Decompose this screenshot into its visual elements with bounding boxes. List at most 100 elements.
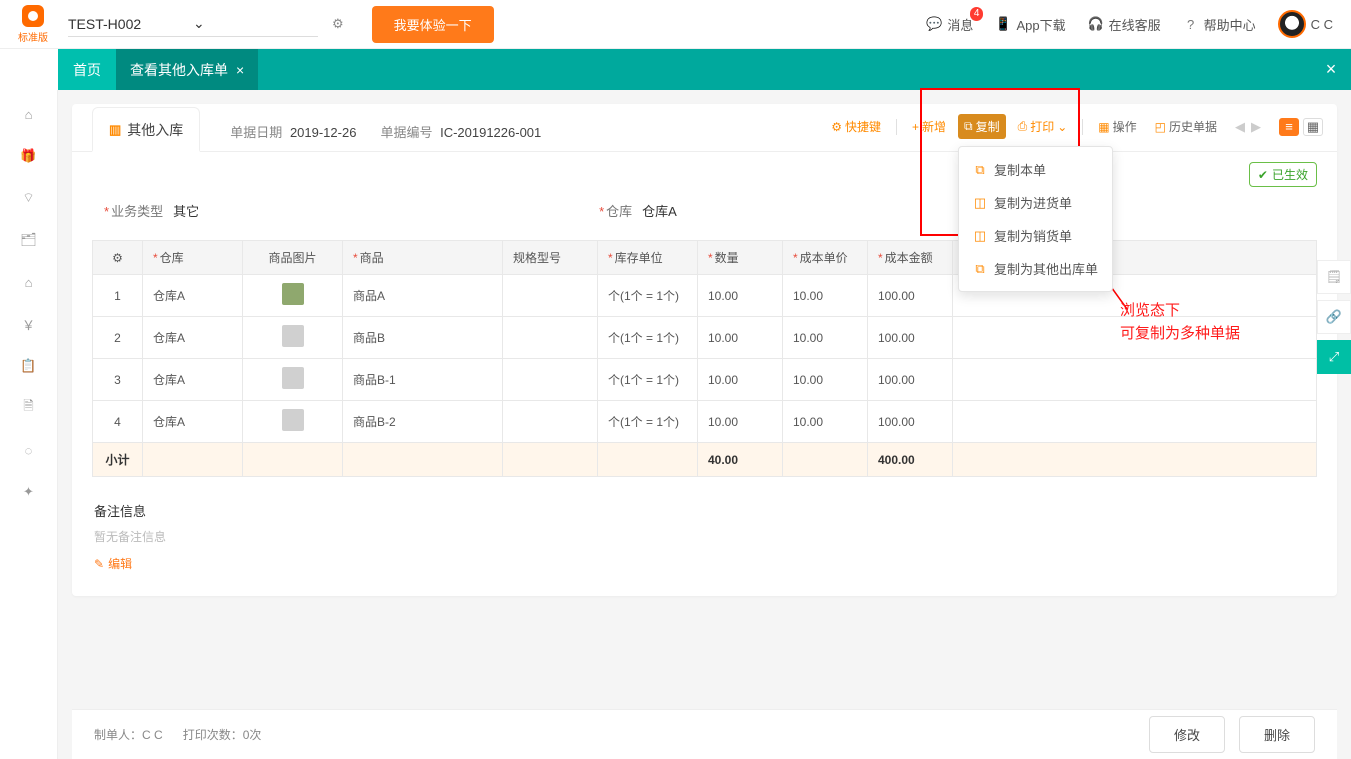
- add-label: 新增: [922, 118, 946, 135]
- nav-money-icon[interactable]: ￥: [19, 314, 39, 334]
- try-experience-button[interactable]: 我要体验一下: [372, 6, 494, 43]
- chevron-down-icon: ⌄: [193, 15, 318, 32]
- rb-link-icon[interactable]: 🔗: [1317, 300, 1351, 334]
- sales-icon: ◫: [973, 228, 987, 244]
- messages-button[interactable]: 💬 消息 4: [926, 15, 973, 34]
- plus-icon: +: [912, 120, 919, 134]
- grid-icon: ▦: [1098, 120, 1109, 134]
- remarks-title: 备注信息: [94, 501, 1315, 520]
- row-unit: 个(1个 = 1个): [598, 317, 698, 359]
- row-spec: [503, 359, 598, 401]
- biz-type-value: 其它: [173, 201, 199, 220]
- row-available: [953, 359, 1317, 401]
- doc-no: 单据编号 IC-20191226-001: [380, 122, 541, 141]
- nav-home-icon[interactable]: ⌂: [19, 104, 39, 124]
- online-cs-label: 在线客服: [1109, 15, 1161, 34]
- row-qty: 10.00: [698, 275, 783, 317]
- gear-icon[interactable]: ⚙: [332, 16, 344, 32]
- print-icon: ⎙: [1018, 119, 1028, 134]
- nav-gift-icon[interactable]: 🎁: [19, 146, 39, 166]
- row-price: 10.00: [783, 359, 868, 401]
- messages-badge: 4: [970, 7, 984, 21]
- row-spec: [503, 317, 598, 359]
- left-nav: ⌂ 🎁 ⌔ 🗂 ⌂ ￥ 📋 🗎 ◌ ✦: [0, 90, 58, 759]
- org-name: TEST-H002: [68, 16, 193, 32]
- next-doc-button[interactable]: ▶: [1249, 119, 1263, 135]
- add-button[interactable]: + 新增: [906, 114, 952, 139]
- close-all-tabs[interactable]: ×: [1311, 49, 1351, 90]
- tab-home[interactable]: 首页: [58, 49, 116, 90]
- doc-tab-other-inbound[interactable]: ▥ 其他入库: [92, 107, 200, 152]
- edit-icon: ✎: [94, 557, 104, 571]
- table-row[interactable]: 1仓库A商品A个(1个 = 1个)10.0010.00100.00: [93, 275, 1317, 317]
- row-product: 商品B-2: [343, 401, 503, 443]
- row-spec: [503, 275, 598, 317]
- row-available: [953, 401, 1317, 443]
- product-thumb-icon: [282, 325, 304, 347]
- row-spec: [503, 401, 598, 443]
- shortcut-button[interactable]: ⚙ 快捷键: [825, 114, 887, 139]
- remarks-empty: 暂无备注信息: [94, 528, 1315, 545]
- copy-sales-item[interactable]: ◫ 复制为销货单: [959, 219, 1112, 252]
- row-unit: 个(1个 = 1个): [598, 275, 698, 317]
- table-row[interactable]: 2仓库A商品B个(1个 = 1个)10.0010.00100.00: [93, 317, 1317, 359]
- chevron-down-icon: ⌄: [1057, 120, 1067, 134]
- copy-purchase-label: 复制为进货单: [994, 193, 1072, 212]
- print-button[interactable]: ⎙ 打印 ⌄: [1012, 114, 1074, 139]
- nav-house-icon[interactable]: ⌂: [19, 272, 39, 292]
- nav-cycle-icon[interactable]: ◌: [19, 440, 39, 460]
- org-selector[interactable]: TEST-H002 ⌄: [68, 11, 318, 37]
- col-gear[interactable]: ⚙: [93, 241, 143, 275]
- row-index: 4: [93, 401, 143, 443]
- copy-other-out-item[interactable]: ⧉ 复制为其他出库单: [959, 252, 1112, 285]
- nav-tag-icon[interactable]: ⌔: [19, 188, 39, 208]
- row-product: 商品B: [343, 317, 503, 359]
- phone-icon: 📱: [995, 16, 1011, 32]
- nav-bag-icon[interactable]: 🗂: [19, 230, 39, 250]
- row-amount: 100.00: [868, 317, 953, 359]
- user-menu[interactable]: C C: [1278, 10, 1333, 38]
- messages-label: 消息: [947, 15, 973, 34]
- rb-expand-icon[interactable]: ⤢: [1317, 340, 1351, 374]
- col-spec: 规格型号: [503, 241, 598, 275]
- nav-doc-icon[interactable]: 🗎: [19, 398, 39, 418]
- items-table: ⚙ *仓库 商品图片 *商品 规格型号 *库存单位 *数量 *成本单价 *成本金…: [92, 240, 1317, 477]
- nav-new-icon[interactable]: ✦: [19, 482, 39, 502]
- product-thumb-icon: [282, 283, 304, 305]
- ops-button[interactable]: ▦ 操作: [1092, 114, 1142, 139]
- avatar: [1278, 10, 1306, 38]
- modify-button[interactable]: 修改: [1149, 716, 1225, 753]
- table-row[interactable]: 4仓库A商品B-2个(1个 = 1个)10.0010.00100.00: [93, 401, 1317, 443]
- copy-button[interactable]: ⧉ 复制: [958, 114, 1006, 139]
- nav-clipboard-icon[interactable]: 📋: [19, 356, 39, 376]
- print-count-info: 打印次数：0次: [183, 726, 262, 743]
- doc-no-label: 单据编号: [380, 125, 432, 140]
- view-grid-button[interactable]: ▦: [1303, 118, 1323, 136]
- copy-this-item[interactable]: ⧉ 复制本单: [959, 153, 1112, 186]
- prev-doc-button[interactable]: ◀: [1233, 119, 1247, 135]
- subtotal-label: 小计: [93, 443, 143, 477]
- table-row[interactable]: 3仓库A商品B-1个(1个 = 1个)10.0010.00100.00: [93, 359, 1317, 401]
- tab-view-other-inbound[interactable]: 查看其他入库单 ×: [116, 49, 258, 90]
- row-image: [243, 401, 343, 443]
- remarks-edit-button[interactable]: ✎ 编辑: [94, 555, 132, 572]
- delete-button[interactable]: 删除: [1239, 716, 1315, 753]
- remarks-edit-label: 编辑: [108, 555, 132, 572]
- copy-this-label: 复制本单: [994, 160, 1046, 179]
- online-cs-button[interactable]: 🎧 在线客服: [1088, 15, 1161, 34]
- copy-other-out-label: 复制为其他出库单: [994, 259, 1098, 278]
- doc-date-label: 单据日期: [230, 125, 282, 140]
- close-icon[interactable]: ×: [236, 62, 244, 78]
- row-warehouse: 仓库A: [143, 359, 243, 401]
- view-list-button[interactable]: ≡: [1279, 118, 1299, 136]
- row-image: [243, 275, 343, 317]
- history-button[interactable]: ◰ 历史单据: [1149, 114, 1223, 139]
- status-label: 已生效: [1272, 166, 1308, 183]
- help-center-button[interactable]: ? 帮助中心: [1183, 15, 1256, 34]
- copy-icon: ⧉: [973, 162, 987, 178]
- history-icon: ◰: [1155, 120, 1166, 134]
- rb-note-icon[interactable]: 🗒: [1317, 260, 1351, 294]
- row-index: 3: [93, 359, 143, 401]
- copy-purchase-item[interactable]: ◫ 复制为进货单: [959, 186, 1112, 219]
- app-download-button[interactable]: 📱 App下载: [995, 15, 1065, 34]
